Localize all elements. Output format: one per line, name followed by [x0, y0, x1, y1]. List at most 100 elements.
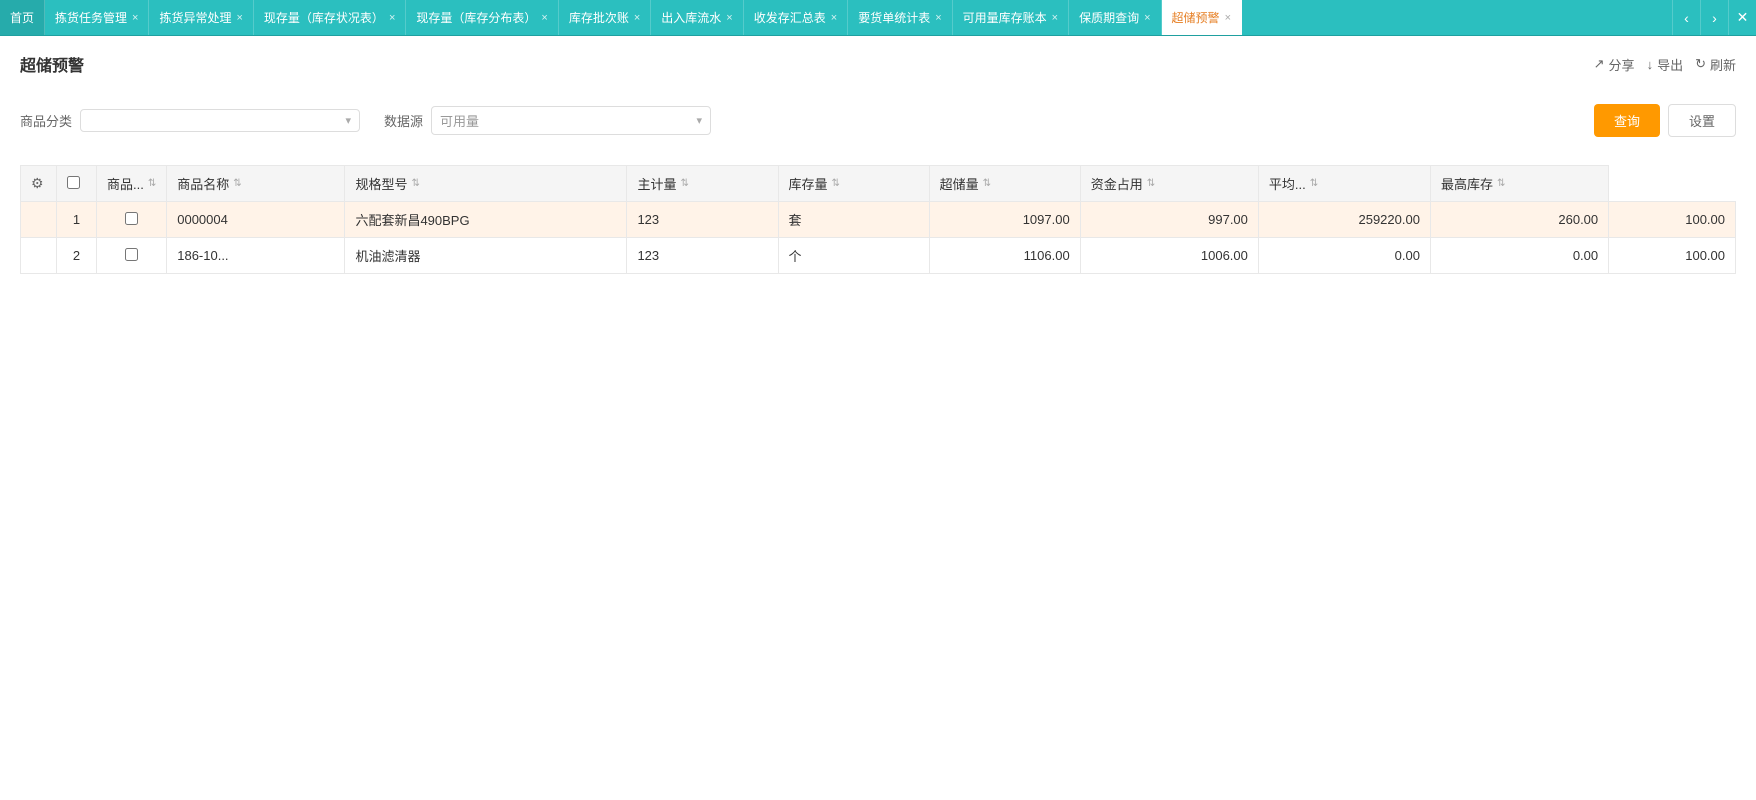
- query-button[interactable]: 查询: [1594, 104, 1660, 137]
- nav-item-label: 拣货异常处理: [159, 9, 231, 26]
- nav-item-label: 现存量（库存状况表）: [264, 9, 384, 26]
- nav-item-close[interactable]: ×: [1225, 12, 1231, 24]
- nav-item-label: 出入库流水: [661, 9, 721, 26]
- settings-button[interactable]: 设置: [1668, 104, 1736, 137]
- nav-item-available-ledger[interactable]: 可用量库存账本 ×: [953, 0, 1069, 35]
- row-select-checkbox[interactable]: [125, 248, 138, 261]
- col-inventory: 库存量 ⇅: [778, 166, 929, 202]
- category-label: 商品分类: [20, 111, 72, 130]
- refresh-label: 刷新: [1710, 55, 1736, 74]
- sort-capital[interactable]: 资金占用 ⇅: [1091, 174, 1248, 193]
- sort-spec[interactable]: 规格型号 ⇅: [355, 174, 616, 193]
- cell-max-stock: 100.00: [1609, 202, 1736, 238]
- cell-avg: 0.00: [1430, 238, 1608, 274]
- nav-item-label: 首页: [10, 9, 34, 26]
- col-overstock-label: 超储量: [940, 174, 979, 193]
- nav-item-label: 保质期查询: [1079, 9, 1139, 26]
- row-number: 1: [57, 202, 97, 238]
- col-overstock: 超储量 ⇅: [929, 166, 1080, 202]
- nav-item-quality-check[interactable]: 保质期查询 ×: [1069, 0, 1161, 35]
- nav-item-receive-send[interactable]: 收发存汇总表 ×: [744, 0, 848, 35]
- sort-icon-overstock: ⇅: [983, 178, 991, 189]
- sort-product-name[interactable]: 商品名称 ⇅: [177, 174, 334, 193]
- sort-overstock[interactable]: 超储量 ⇅: [940, 174, 1070, 193]
- nav-item-label: 库存批次账: [569, 9, 629, 26]
- cell-overstock: 997.00: [1080, 202, 1258, 238]
- sort-icon-inventory: ⇅: [832, 178, 840, 189]
- cell-inventory: 1097.00: [929, 202, 1080, 238]
- nav-item-label: 收发存汇总表: [754, 9, 826, 26]
- col-avg-label: 平均...: [1269, 174, 1306, 193]
- sort-avg[interactable]: 平均... ⇅: [1269, 174, 1420, 193]
- sort-inventory[interactable]: 库存量 ⇅: [789, 174, 919, 193]
- nav-item-exception[interactable]: 拣货异常处理 ×: [149, 0, 253, 35]
- gear-icon[interactable]: ⚙: [31, 175, 44, 191]
- share-button[interactable]: ↗ 分享: [1594, 55, 1635, 74]
- sort-unit[interactable]: 主计量 ⇅: [637, 174, 767, 193]
- nav-item-close[interactable]: ×: [1052, 12, 1058, 24]
- sort-icon-max-stock: ⇅: [1497, 178, 1505, 189]
- sort-icon-product-name: ⇅: [233, 178, 241, 189]
- nav-item-overstock-warning[interactable]: 超储预警×: [1162, 0, 1242, 35]
- col-capital: 资金占用 ⇅: [1080, 166, 1258, 202]
- page-header: 超储预警 ↗ 分享 ↓ 导出 ↻ 刷新: [20, 52, 1736, 76]
- row-select-checkbox[interactable]: [125, 212, 138, 225]
- cell-product-name: 机油滤清器: [345, 238, 627, 274]
- table-body: 10000004六配套新昌490BPG123套1097.00997.002592…: [21, 202, 1736, 274]
- col-product-name-label: 商品名称: [177, 174, 229, 193]
- cell-product-code: 0000004: [167, 202, 345, 238]
- header-row: ⚙ 商品... ⇅ 商品名称 ⇅: [21, 166, 1736, 202]
- nav-item-close[interactable]: ×: [726, 12, 732, 24]
- export-button[interactable]: ↓ 导出: [1647, 55, 1684, 74]
- table-header: ⚙ 商品... ⇅ 商品名称 ⇅: [21, 166, 1736, 202]
- nav-item-inventory-dist[interactable]: 现存量（库存分布表） ×: [406, 0, 558, 35]
- nav-item-label: 要货单统计表: [858, 9, 930, 26]
- sort-max-stock[interactable]: 最高库存 ⇅: [1441, 174, 1598, 193]
- nav-item-close[interactable]: ×: [634, 12, 640, 24]
- nav-item-label: 现存量（库存分布表）: [416, 9, 536, 26]
- select-all-checkbox[interactable]: [67, 176, 80, 189]
- main-content: 超储预警 ↗ 分享 ↓ 导出 ↻ 刷新 商品分类 ▾ 数据源: [0, 36, 1756, 800]
- row-checkbox-cell[interactable]: [97, 202, 167, 238]
- nav-item-label: 拣货任务管理: [55, 9, 127, 26]
- category-filter-group: 商品分类 ▾: [20, 109, 360, 132]
- col-max-stock-label: 最高库存: [1441, 174, 1493, 193]
- nav-item-inout-flow[interactable]: 出入库流水 ×: [651, 0, 743, 35]
- cell-product-name: 六配套新昌490BPG: [345, 202, 627, 238]
- nav-item-task-mgmt[interactable]: 拣货任务管理 ×: [45, 0, 149, 35]
- nav-item-close[interactable]: ×: [236, 12, 242, 24]
- nav-arrow-left[interactable]: ‹: [1672, 0, 1700, 36]
- row-checkbox-cell[interactable]: [97, 238, 167, 274]
- nav-item-close[interactable]: ×: [1144, 12, 1150, 24]
- category-select[interactable]: ▾: [80, 109, 360, 132]
- col-product-name: 商品名称 ⇅: [167, 166, 345, 202]
- refresh-button[interactable]: ↻ 刷新: [1695, 55, 1736, 74]
- nav-item-close[interactable]: ×: [831, 12, 837, 24]
- export-icon: ↓: [1647, 57, 1654, 72]
- nav-item-close[interactable]: ×: [935, 12, 941, 24]
- col-unit: 主计量 ⇅: [627, 166, 778, 202]
- export-label: 导出: [1657, 55, 1683, 74]
- nav-item-close[interactable]: ×: [541, 12, 547, 24]
- nav-item-home[interactable]: 首页: [0, 0, 45, 35]
- sort-product-code[interactable]: 商品... ⇅: [107, 174, 156, 193]
- datasource-select[interactable]: 可用量 ▾: [431, 106, 711, 135]
- nav-arrow-close[interactable]: ✕: [1728, 0, 1756, 36]
- nav-item-inventory-status[interactable]: 现存量（库存状况表） ×: [254, 0, 406, 35]
- col-product-code-label: 商品...: [107, 174, 144, 193]
- nav-item-inventory-batch[interactable]: 库存批次账 ×: [559, 0, 651, 35]
- nav-item-close[interactable]: ×: [132, 12, 138, 24]
- share-label: 分享: [1609, 55, 1635, 74]
- cell-spec: 123: [627, 202, 778, 238]
- share-icon: ↗: [1594, 56, 1605, 72]
- nav-arrow-right[interactable]: ›: [1700, 0, 1728, 36]
- cell-avg: 260.00: [1430, 202, 1608, 238]
- row-number: 2: [57, 238, 97, 274]
- data-table: ⚙ 商品... ⇅ 商品名称 ⇅: [20, 165, 1736, 274]
- nav-item-order-stats[interactable]: 要货单统计表 ×: [848, 0, 952, 35]
- col-checkbox-header: [57, 166, 97, 202]
- nav-item-close[interactable]: ×: [389, 12, 395, 24]
- col-spec: 规格型号 ⇅: [345, 166, 627, 202]
- filter-actions: 查询 设置: [1594, 104, 1736, 137]
- nav-item-label: 可用量库存账本: [963, 9, 1047, 26]
